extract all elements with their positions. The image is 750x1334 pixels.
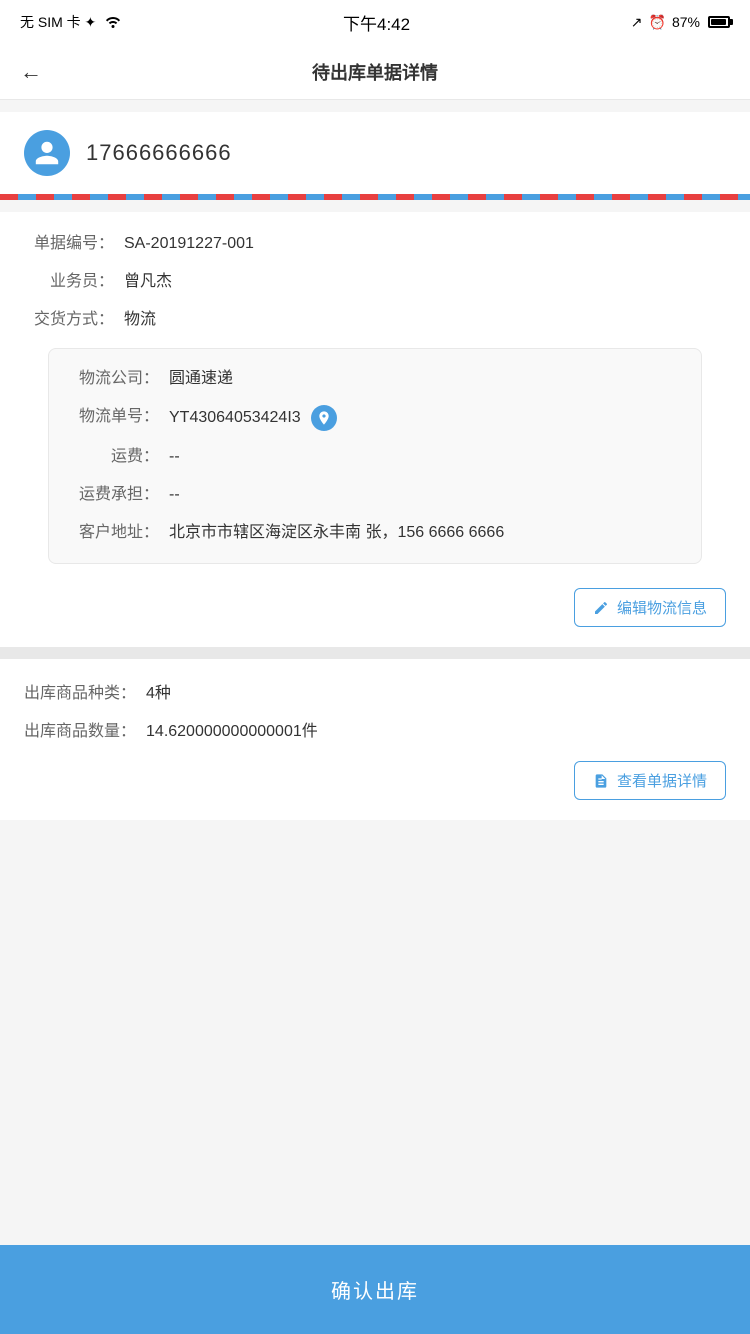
logistics-card: 物流公司： 圆通速递 物流单号： YT43064053424I3 运费： -- … bbox=[48, 348, 702, 564]
document-number-label: 单据编号： bbox=[24, 232, 114, 256]
nav-bar: ← 待出库单据详情 bbox=[0, 44, 750, 100]
agent-value: 曾凡杰 bbox=[124, 270, 726, 294]
freight-bearer-row: 运费承担： -- bbox=[69, 483, 681, 507]
battery-percent: 87% bbox=[672, 14, 700, 30]
edit-logistics-label: 编辑物流信息 bbox=[617, 597, 707, 618]
battery-icon bbox=[708, 16, 730, 28]
goods-type-value: 4种 bbox=[146, 679, 171, 703]
edit-icon bbox=[593, 600, 609, 616]
tracking-value: YT43064053424I3 bbox=[169, 406, 301, 430]
logistics-company-value: 圆通速递 bbox=[169, 367, 681, 391]
address-row: 客户地址： 北京市市辖区海淀区永丰南 张，156 6666 6666 bbox=[69, 521, 681, 545]
section-divider bbox=[0, 647, 750, 659]
confirm-btn-wrapper: 确认出库 bbox=[0, 1245, 750, 1334]
goods-section: 出库商品种类： 4种 出库商品数量： 14.620000000000001件 bbox=[0, 659, 750, 761]
goods-quantity-value: 14.620000000000001件 bbox=[146, 717, 318, 741]
user-header: 17666666666 bbox=[0, 112, 750, 194]
logistics-company-label: 物流公司： bbox=[69, 367, 159, 391]
edit-logistics-button[interactable]: 编辑物流信息 bbox=[574, 588, 726, 627]
status-left: 无 SIM 卡 ✦ bbox=[20, 12, 122, 32]
freight-row: 运费： -- bbox=[69, 445, 681, 469]
view-details-button[interactable]: 查看单据详情 bbox=[574, 761, 726, 800]
delivery-row: 交货方式： 物流 bbox=[24, 308, 726, 332]
view-btn-row: 查看单据详情 bbox=[0, 761, 750, 820]
basic-info-section: 单据编号： SA-20191227-001 业务员： 曾凡杰 交货方式： 物流 … bbox=[0, 212, 750, 647]
delivery-label: 交货方式： bbox=[24, 308, 114, 332]
page-title: 待出库单据详情 bbox=[312, 59, 438, 85]
wifi-icon bbox=[104, 14, 122, 31]
user-avatar-icon bbox=[33, 139, 61, 167]
alarm-icon: ⏰ bbox=[649, 14, 666, 31]
freight-bearer-value: -- bbox=[169, 483, 681, 507]
logistics-company-row: 物流公司： 圆通速递 bbox=[69, 367, 681, 391]
status-right: ↗ ⏰ 87% bbox=[631, 14, 730, 31]
confirm-outbound-button[interactable]: 确认出库 bbox=[24, 1261, 726, 1318]
tracking-number-row: 物流单号： YT43064053424I3 bbox=[69, 405, 681, 431]
sim-status: 无 SIM 卡 ✦ bbox=[20, 12, 96, 32]
goods-type-label: 出库商品种类： bbox=[24, 679, 136, 703]
avatar bbox=[24, 130, 70, 176]
freight-bearer-label: 运费承担： bbox=[69, 483, 159, 507]
goods-quantity-row: 出库商品数量： 14.620000000000001件 bbox=[24, 717, 726, 741]
freight-label: 运费： bbox=[69, 445, 159, 469]
tracking-location-icon[interactable] bbox=[311, 405, 337, 431]
address-value: 北京市市辖区海淀区永丰南 张，156 6666 6666 bbox=[169, 521, 681, 545]
document-icon bbox=[593, 773, 609, 789]
bottom-spacer bbox=[0, 820, 750, 1020]
view-details-label: 查看单据详情 bbox=[617, 770, 707, 791]
document-number-value: SA-20191227-001 bbox=[124, 232, 726, 256]
user-phone: 17666666666 bbox=[86, 140, 232, 166]
tracking-label: 物流单号： bbox=[69, 405, 159, 429]
agent-row: 业务员： 曾凡杰 bbox=[24, 270, 726, 294]
status-bar: 无 SIM 卡 ✦ 下午4:42 ↗ ⏰ 87% bbox=[0, 0, 750, 44]
location-status-icon: ↗ bbox=[631, 14, 643, 31]
address-label: 客户地址： bbox=[69, 521, 159, 545]
goods-type-row: 出库商品种类： 4种 bbox=[24, 679, 726, 703]
freight-value: -- bbox=[169, 445, 681, 469]
document-number-row: 单据编号： SA-20191227-001 bbox=[24, 232, 726, 256]
tracking-value-row: YT43064053424I3 bbox=[159, 405, 337, 431]
map-pin-icon bbox=[316, 410, 332, 426]
back-button[interactable]: ← bbox=[12, 51, 50, 93]
edit-btn-row: 编辑物流信息 bbox=[24, 580, 726, 627]
status-time: 下午4:42 bbox=[343, 10, 410, 35]
goods-quantity-label: 出库商品数量： bbox=[24, 717, 136, 741]
dashed-divider bbox=[0, 194, 750, 200]
agent-label: 业务员： bbox=[24, 270, 114, 294]
delivery-value: 物流 bbox=[124, 308, 726, 332]
